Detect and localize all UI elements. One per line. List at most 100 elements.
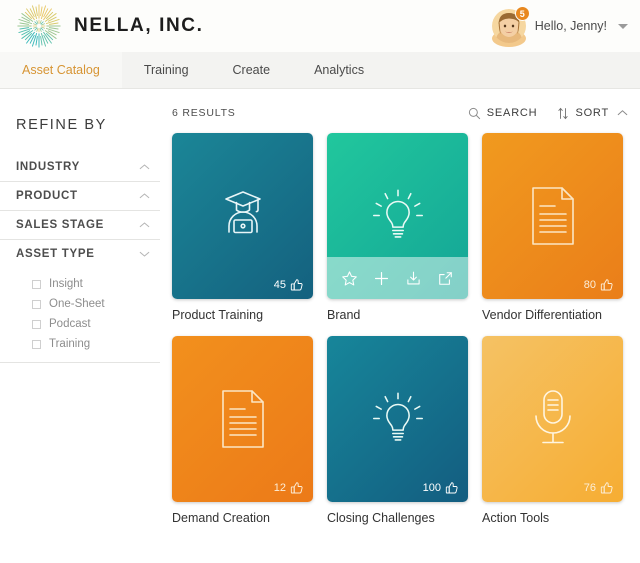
chevron-down-icon[interactable] [618,23,628,29]
search-icon [468,107,481,120]
nav-item-label: Training [143,63,189,77]
main-nav: Asset Catalog Training Create Analytics [0,52,640,89]
chevron-up-icon [617,109,628,117]
microphone-icon [482,336,623,502]
asset-card[interactable]: 12 [172,336,313,502]
filter-group-label: SALES STAGE [16,219,104,231]
nav-item-label: Analytics [314,63,365,77]
asset-card[interactable]: 45 [172,133,313,299]
checkbox-icon[interactable] [32,339,41,349]
like-count[interactable]: 45 [274,278,304,292]
like-count-value: 12 [273,482,286,494]
results-count: 6 RESULTS [172,107,236,119]
page-body: REFINE BY INDUSTRY PRODUCT SALES STAGE ASSE… [0,89,640,563]
chevron-down-icon[interactable] [139,250,150,258]
filter-group-label: INDUSTRY [16,161,80,173]
asset-card-cell: 12 Demand Creation [172,336,313,525]
like-count[interactable]: 80 [584,278,614,292]
filter-options: Insight One-Sheet Podcast Training [16,268,150,362]
chevron-up-icon[interactable] [139,192,150,200]
filter-option-label: One-Sheet [49,298,105,310]
card-hover-actions [327,257,468,299]
favorite-icon[interactable] [341,270,358,287]
asset-card-title[interactable]: Closing Challenges [327,511,468,525]
filter-option-label: Podcast [49,318,91,330]
refine-by-title: REFINE BY [16,117,107,133]
avatar[interactable] [491,9,526,47]
asset-card-title[interactable]: Action Tools [482,511,623,525]
nav-item-analytics[interactable]: Analytics [292,52,386,88]
app-root: NELLA, INC. 5 Hello, Jenny! Asset Catalo… [0,0,640,563]
asset-card[interactable]: 76 [482,336,623,502]
avatar-wrap[interactable]: 5 [491,6,530,47]
sort-button[interactable]: SORT [557,107,628,120]
thumbs-up-icon[interactable] [600,481,614,495]
share-icon[interactable] [437,270,454,287]
results-toolbar: 6 RESULTS SEARCH SORT [172,89,640,125]
filter-group-header[interactable]: INDUSTRY [16,153,150,181]
document-icon [172,336,313,502]
user-menu[interactable]: 5 Hello, Jenny! [491,6,628,47]
filter-group-label: ASSET TYPE [16,248,95,260]
nav-item-training[interactable]: Training [122,52,211,88]
filter-option-training[interactable]: Training [32,334,150,354]
toolbar-actions: SEARCH SORT [468,107,628,120]
asset-card-title[interactable]: Demand Creation [172,511,313,525]
document-icon [482,133,623,299]
asset-card-cell: 100 Closing Challenges [327,336,468,525]
asset-grid: 45 Product Training Brand 80 Vendor Differ… [172,125,640,525]
search-label: SEARCH [486,107,538,119]
asset-card[interactable]: 80 [482,133,623,299]
thumbs-up-icon[interactable] [290,481,304,495]
like-count[interactable]: 100 [423,481,459,495]
thumbs-up-icon[interactable] [600,278,614,292]
filter-sidebar: REFINE BY INDUSTRY PRODUCT SALES STAGE ASSE… [0,89,160,563]
filter-group-header[interactable]: PRODUCT [16,182,150,210]
filter-option-one-sheet[interactable]: One-Sheet [32,294,150,314]
asset-card[interactable] [327,133,468,299]
asset-card-cell: 45 Product Training [172,133,313,322]
chevron-up-icon[interactable] [139,163,150,171]
filter-option-insight[interactable]: Insight [32,274,150,294]
like-count[interactable]: 76 [584,481,614,495]
asset-card-title[interactable]: Brand [327,308,468,322]
filter-group-product: PRODUCT [0,182,160,211]
brand-name: NELLA, INC. [74,15,204,36]
like-count[interactable]: 12 [274,481,304,495]
asset-card-cell: Brand [327,133,468,322]
filter-group-label: PRODUCT [16,190,78,202]
sunburst-logo-icon [16,3,62,49]
greeting-text: Hello, Jenny! [534,19,607,33]
add-icon[interactable] [373,270,390,287]
checkbox-icon[interactable] [32,299,41,309]
filter-group-header[interactable]: ASSET TYPE [16,240,150,268]
asset-card-title[interactable]: Vendor Differentiation [482,308,623,322]
sort-label: SORT [575,107,609,119]
filter-option-podcast[interactable]: Podcast [32,314,150,334]
thumbs-up-icon[interactable] [445,481,459,495]
nav-item-create[interactable]: Create [211,52,293,88]
checkbox-icon[interactable] [32,319,41,329]
thumbs-up-icon[interactable] [290,278,304,292]
filter-option-label: Training [49,338,91,350]
search-button[interactable]: SEARCH [468,107,538,120]
asset-card-cell: 76 Action Tools [482,336,623,525]
nav-item-asset-catalog[interactable]: Asset Catalog [0,52,122,88]
nav-item-label: Asset Catalog [22,63,100,77]
notification-badge[interactable]: 5 [514,6,530,21]
asset-card-cell: 80 Vendor Differentiation [482,133,623,322]
like-count-value: 80 [583,279,596,291]
like-count-value: 100 [422,482,441,494]
download-icon[interactable] [405,270,422,287]
graduation-laptop-icon [172,133,313,299]
asset-card-title[interactable]: Product Training [172,308,313,322]
filter-group-header[interactable]: SALES STAGE [16,211,150,239]
checkbox-icon[interactable] [32,279,41,289]
brand[interactable]: NELLA, INC. [16,3,204,49]
filter-group-asset-type: ASSET TYPE Insight One-Sheet Podcast Trainin… [0,240,160,363]
filter-option-label: Insight [49,278,83,290]
asset-card[interactable]: 100 [327,336,468,502]
app-header: NELLA, INC. 5 Hello, Jenny! [0,0,640,52]
chevron-up-icon[interactable] [139,221,150,229]
like-count-value: 76 [583,482,596,494]
